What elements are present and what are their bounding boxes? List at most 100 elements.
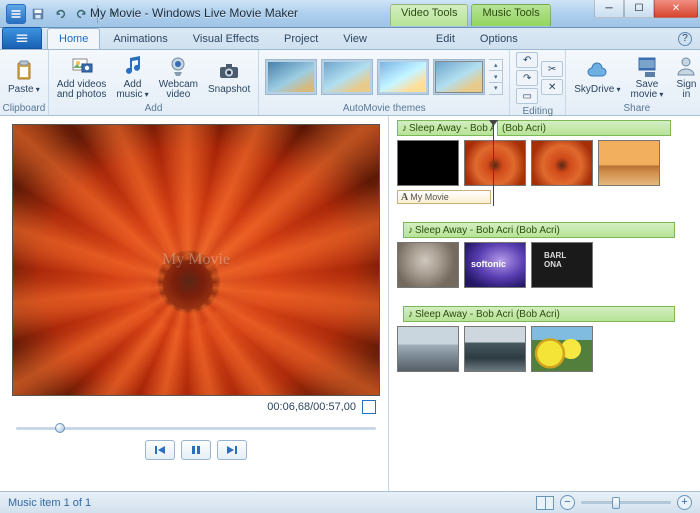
title-overlay-text: My Movie	[410, 192, 449, 202]
music-note-icon	[120, 53, 146, 79]
add-videos-photos-button[interactable]: Add videos and photos	[55, 52, 109, 101]
close-button[interactable]: ✕	[654, 0, 698, 18]
tab-view[interactable]: View	[331, 28, 379, 49]
save-movie-button[interactable]: Save movie	[629, 52, 666, 101]
clip-row	[397, 140, 694, 186]
content-area: My Movie 00:06,68/00:57,00 Sleep Away - …	[0, 116, 700, 491]
zoom-out-button[interactable]: −	[560, 495, 575, 510]
delete-button[interactable]: ✕	[541, 79, 563, 95]
camera-icon	[216, 58, 242, 84]
tab-edit[interactable]: Edit	[424, 28, 467, 49]
group-label-automovie: AutoMovie themes	[259, 103, 509, 115]
clip-thumbnail[interactable]	[531, 140, 593, 186]
seek-slider[interactable]	[16, 420, 376, 436]
group-share: SkyDrive Save movie Sign in Share	[566, 50, 700, 115]
undo-icon[interactable]	[50, 4, 70, 24]
play-pause-button[interactable]	[181, 440, 211, 460]
view-toggle-button[interactable]	[536, 496, 554, 510]
zoom-controls: − +	[536, 495, 692, 510]
photo-video-icon	[69, 53, 95, 79]
preview-pane: My Movie 00:06,68/00:57,00	[0, 116, 388, 491]
clip-thumbnail[interactable]	[397, 140, 459, 186]
ribbon-help-icon[interactable]: ?	[678, 32, 692, 46]
user-icon	[673, 53, 699, 79]
ribbon-tabstrip: Home Animations Visual Effects Project V…	[0, 28, 700, 50]
select-all-button[interactable]: ▭	[516, 88, 538, 104]
clipboard-icon	[11, 58, 37, 84]
storyboard-pane[interactable]: Sleep Away - Bob Ac(Bob Acri)My MovieSle…	[388, 116, 700, 491]
skydrive-button[interactable]: SkyDrive	[572, 57, 622, 96]
sign-in-button[interactable]: Sign in	[671, 52, 700, 101]
film-save-icon	[634, 53, 660, 79]
status-text: Music item 1 of 1	[8, 497, 91, 509]
window-title: My Movie - Windows Live Movie Maker	[90, 6, 298, 20]
webcam-video-button[interactable]: Webcam video	[157, 52, 200, 101]
clip-thumbnail[interactable]	[464, 140, 526, 186]
contextual-tab-video-tools[interactable]: Video Tools	[390, 4, 468, 26]
next-frame-button[interactable]	[217, 440, 247, 460]
tab-visual-effects[interactable]: Visual Effects	[181, 28, 271, 49]
rotate-left-button[interactable]: ↶	[516, 52, 538, 68]
redo-icon[interactable]	[72, 4, 92, 24]
clip-row	[397, 326, 694, 372]
rotate-right-button[interactable]: ↷	[516, 70, 538, 86]
group-label-clipboard: Clipboard	[0, 103, 48, 115]
tab-options[interactable]: Options	[468, 28, 530, 49]
group-label-add: Add	[49, 103, 258, 115]
clip-thumbnail[interactable]	[464, 242, 526, 288]
clip-thumbnail[interactable]	[598, 140, 660, 186]
group-clipboard: Paste Clipboard	[0, 50, 49, 115]
automovie-theme-gallery[interactable]: ▴▾▾	[265, 59, 503, 95]
theme-item[interactable]	[377, 59, 429, 95]
prev-frame-button[interactable]	[145, 440, 175, 460]
clip-thumbnail[interactable]	[531, 326, 593, 372]
group-automovie: ▴▾▾ AutoMovie themes	[259, 50, 510, 115]
playhead[interactable]	[493, 122, 494, 206]
video-preview[interactable]: My Movie	[12, 124, 380, 396]
app-menu-button[interactable]	[6, 4, 26, 24]
clip-thumbnail[interactable]	[397, 326, 459, 372]
clip-row	[397, 242, 694, 288]
music-segment[interactable]: Sleep Away - Bob Acri (Bob Acri)	[403, 222, 675, 238]
file-menu-button[interactable]	[2, 27, 42, 49]
ribbon: Paste Clipboard Add videos and photos Ad…	[0, 50, 700, 116]
music-segment[interactable]: Sleep Away - Bob Acri (Bob Acri)	[403, 306, 675, 322]
theme-item[interactable]	[265, 59, 317, 95]
clip-thumbnail[interactable]	[531, 242, 593, 288]
save-icon[interactable]	[28, 4, 48, 24]
clip-thumbnail[interactable]	[464, 326, 526, 372]
snapshot-button[interactable]: Snapshot	[206, 57, 252, 96]
transport-controls	[12, 440, 380, 460]
window-controls: ─ ☐ ✕	[594, 0, 698, 18]
paste-button[interactable]: Paste	[6, 57, 42, 96]
watermark-text: My Movie	[162, 251, 230, 269]
storyboard-track: Sleep Away - Bob Acri (Bob Acri)	[397, 222, 694, 288]
title-overlay-strip[interactable]: My Movie	[397, 190, 491, 204]
timecode-display: 00:06,68/00:57,00	[267, 401, 356, 413]
title-bar: ▾ My Movie - Windows Live Movie Maker Vi…	[0, 0, 700, 28]
storyboard-track: Sleep Away - Bob Ac(Bob Acri) My Movie	[397, 120, 694, 204]
zoom-in-button[interactable]: +	[677, 495, 692, 510]
cut-button[interactable]: ✂	[541, 61, 563, 77]
group-editing: ↶ ↷ ▭ ✂ ✕ Editing	[510, 50, 566, 115]
storyboard-track: Sleep Away - Bob Acri (Bob Acri)	[397, 306, 694, 372]
tab-animations[interactable]: Animations	[101, 28, 179, 49]
maximize-button[interactable]: ☐	[624, 0, 654, 18]
music-segment[interactable]: (Bob Acri)	[497, 120, 671, 136]
contextual-tabs: Video Tools Music Tools	[390, 4, 551, 26]
theme-item[interactable]	[433, 59, 485, 95]
contextual-tab-music-tools[interactable]: Music Tools	[471, 4, 550, 26]
zoom-slider[interactable]	[581, 501, 671, 504]
status-bar: Music item 1 of 1 − +	[0, 491, 700, 513]
add-music-button[interactable]: Add music	[114, 52, 150, 101]
tab-project[interactable]: Project	[272, 28, 330, 49]
group-label-share: Share	[566, 103, 700, 115]
theme-item[interactable]	[321, 59, 373, 95]
tab-home[interactable]: Home	[47, 28, 100, 49]
gallery-expand-button[interactable]: ▴▾▾	[489, 59, 503, 95]
fullscreen-icon[interactable]	[362, 400, 376, 414]
music-segment[interactable]: Sleep Away - Bob Ac	[397, 120, 494, 136]
clip-thumbnail[interactable]	[397, 242, 459, 288]
cloud-icon	[584, 58, 610, 84]
minimize-button[interactable]: ─	[594, 0, 624, 18]
